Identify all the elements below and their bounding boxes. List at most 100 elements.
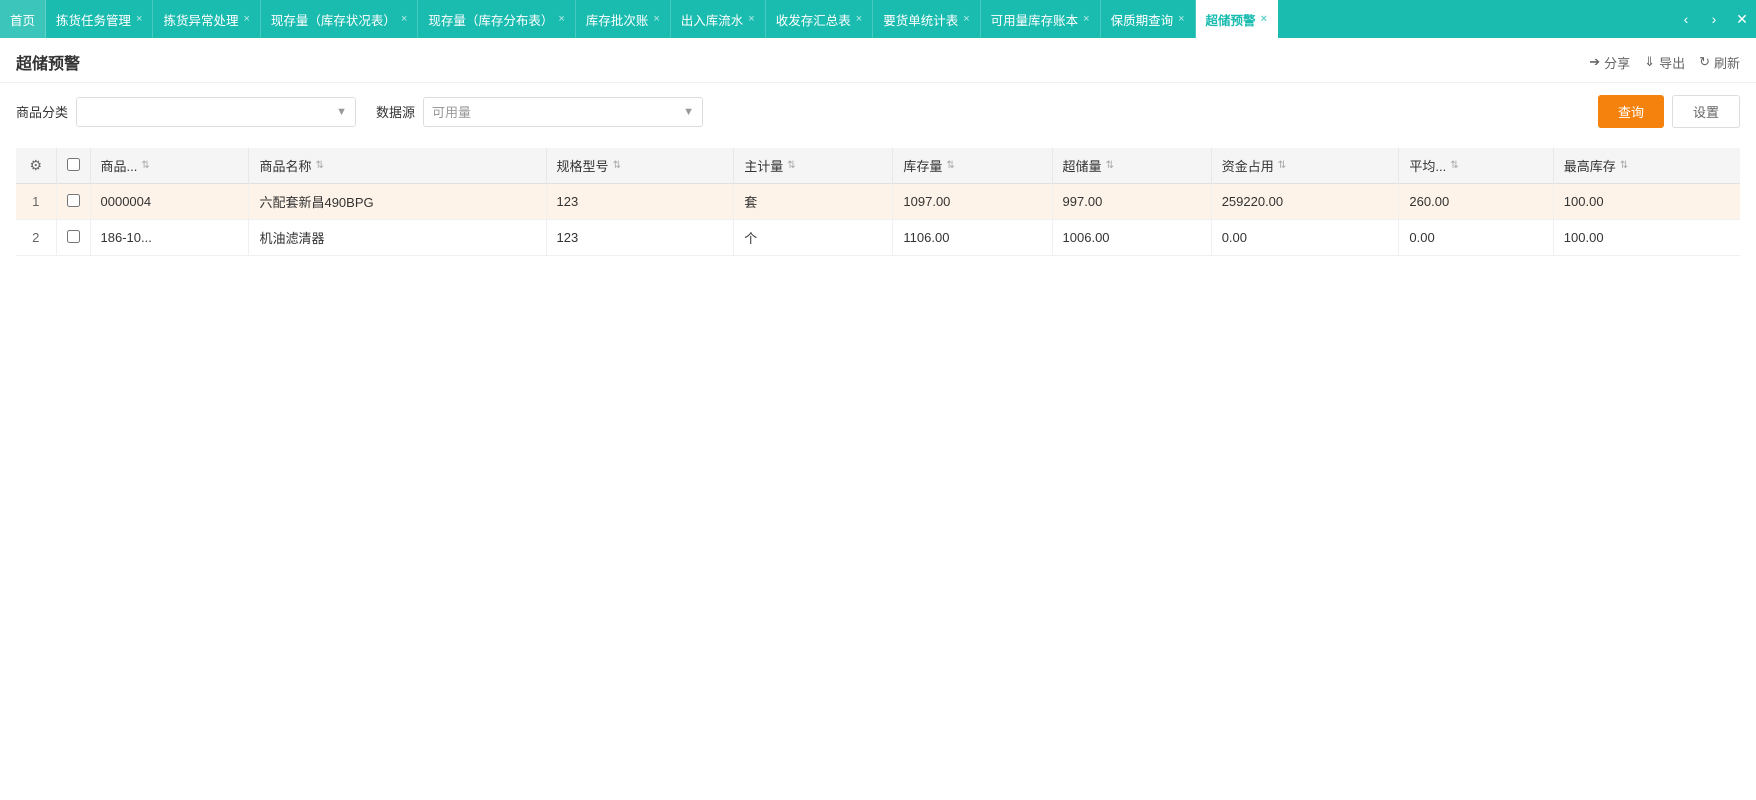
close-icon-available[interactable]: × [1083,13,1089,25]
export-button[interactable]: ⇓ 导出 [1644,53,1685,72]
row-max-stock-1: 100.00 [1553,184,1740,220]
th-stock[interactable]: 库存量 ⇅ [893,148,1052,184]
nav-arrow-close[interactable]: ✕ [1728,0,1756,38]
row-checkbox-input-2[interactable] [67,230,80,243]
datasource-filter-group: 数据源 可用量 ▼ [376,97,703,127]
th-over-stock[interactable]: 超储量 ⇅ [1052,148,1211,184]
close-icon-task-mgmt[interactable]: × [136,13,142,25]
row-unit-1: 套 [734,184,893,220]
table-container: ⚙ 商品... ⇅ 商品名称 ⇅ [0,148,1756,256]
close-icon-stock-dist[interactable]: × [558,13,564,25]
row-capital-1: 259220.00 [1211,184,1399,220]
refresh-icon: ↻ [1699,54,1710,70]
nav-item-summary[interactable]: 收发存汇总表 × [766,0,873,38]
row-product-name-1: 六配套新昌490BPG [249,184,546,220]
th-stock-label: 库存量 [903,156,942,175]
row-max-stock-2: 100.00 [1553,220,1740,256]
nav-label-overstock: 超储预警 [1206,10,1256,29]
nav-label-available: 可用量库存账本 [991,10,1079,29]
sort-icon-avg: ⇅ [1450,160,1458,171]
nav-label-summary: 收发存汇总表 [776,10,851,29]
close-icon-expiry[interactable]: × [1178,13,1184,25]
table-row: 2 186-10... 机油滤清器 123 个 1106.00 1006.00 … [16,220,1740,256]
nav-item-task-mgmt[interactable]: 拣货任务管理 × [46,0,153,38]
th-spec[interactable]: 规格型号 ⇅ [546,148,734,184]
datasource-select[interactable]: 可用量 ▼ [423,97,703,127]
nav-arrow-right[interactable]: › [1700,0,1728,38]
close-icon-task-err[interactable]: × [243,13,249,25]
table-body: 1 0000004 六配套新昌490BPG 123 套 1097.00 997.… [16,184,1740,256]
nav-item-home[interactable]: 首页 [0,0,46,38]
table-row: 1 0000004 六配套新昌490BPG 123 套 1097.00 997.… [16,184,1740,220]
chevron-down-icon-datasource: ▼ [683,106,694,118]
share-label: 分享 [1604,53,1630,72]
close-icon-overstock[interactable]: × [1261,13,1267,25]
refresh-button[interactable]: ↻ 刷新 [1699,53,1740,72]
datasource-select-text: 可用量 [432,102,471,121]
page-title: 超储预警 [16,50,80,74]
th-avg[interactable]: 平均... ⇅ [1399,148,1553,184]
th-capital[interactable]: 资金占用 ⇅ [1211,148,1399,184]
sort-icon-capital: ⇅ [1278,160,1286,171]
row-checkbox-input-1[interactable] [67,194,80,207]
nav-arrow-left[interactable]: ‹ [1672,0,1700,38]
filter-buttons: 查询 设置 [1598,95,1740,128]
nav-label-task-mgmt: 拣货任务管理 [56,10,131,29]
refresh-label: 刷新 [1714,53,1740,72]
share-button[interactable]: ➔ 分享 [1589,53,1630,72]
table-header-row: ⚙ 商品... ⇅ 商品名称 ⇅ [16,148,1740,184]
data-table: ⚙ 商品... ⇅ 商品名称 ⇅ [16,148,1740,256]
nav-item-flow[interactable]: 出入库流水 × [671,0,766,38]
th-unit[interactable]: 主计量 ⇅ [734,148,893,184]
nav-label-expiry: 保质期查询 [1111,10,1174,29]
row-checkbox-2[interactable] [56,220,90,256]
nav-item-task-err[interactable]: 拣货异常处理 × [153,0,260,38]
row-capital-2: 0.00 [1211,220,1399,256]
chevron-down-icon-category: ▼ [336,106,347,118]
th-max-stock[interactable]: 最高库存 ⇅ [1553,148,1740,184]
nav-label-stock-dist: 现存量（库存分布表） [428,10,553,29]
nav-label-task-err: 拣货异常处理 [163,10,238,29]
row-spec-1: 123 [546,184,734,220]
row-stock-2: 1106.00 [893,220,1052,256]
top-nav: 首页 拣货任务管理 × 拣货异常处理 × 现存量（库存状况表） × 现存量（库存… [0,0,1756,38]
row-spec-2: 123 [546,220,734,256]
gear-icon[interactable]: ⚙ [29,157,42,173]
settings-button[interactable]: 设置 [1672,95,1740,128]
row-num-1: 1 [16,184,56,220]
row-num-2: 2 [16,220,56,256]
close-icon-order-stat[interactable]: × [963,13,969,25]
nav-item-available[interactable]: 可用量库存账本 × [981,0,1101,38]
nav-item-stock-status[interactable]: 现存量（库存状况表） × [261,0,418,38]
row-checkbox-1[interactable] [56,184,90,220]
close-icon-batch[interactable]: × [653,13,659,25]
nav-label-batch: 库存批次账 [586,10,649,29]
select-all-checkbox[interactable] [67,158,80,171]
th-product-name[interactable]: 商品名称 ⇅ [249,148,546,184]
category-select[interactable]: ▼ [76,97,356,127]
sort-icon-max-stock: ⇅ [1620,160,1628,171]
category-filter-group: 商品分类 ▼ [16,97,356,127]
th-product-name-label: 商品名称 [259,156,311,175]
close-icon-summary[interactable]: × [856,13,862,25]
nav-item-overstock[interactable]: 超储预警 × [1196,0,1278,38]
close-icon-flow[interactable]: × [748,13,754,25]
query-button[interactable]: 查询 [1598,95,1664,128]
nav-item-batch[interactable]: 库存批次账 × [576,0,671,38]
sort-icon-spec: ⇅ [613,160,621,171]
row-over-stock-1: 997.00 [1052,184,1211,220]
nav-item-order-stat[interactable]: 要货单统计表 × [873,0,980,38]
sort-icon-stock: ⇅ [946,160,954,171]
nav-item-expiry[interactable]: 保质期查询 × [1101,0,1196,38]
row-product-code-2: 186-10... [90,220,249,256]
th-product-code[interactable]: 商品... ⇅ [90,148,249,184]
th-max-stock-label: 最高库存 [1564,156,1616,175]
row-avg-1: 260.00 [1399,184,1553,220]
row-avg-2: 0.00 [1399,220,1553,256]
close-icon-stock-status[interactable]: × [401,13,407,25]
category-label: 商品分类 [16,102,68,121]
nav-label-home: 首页 [10,10,35,29]
th-checkbox [56,148,90,184]
row-unit-2: 个 [734,220,893,256]
nav-item-stock-dist[interactable]: 现存量（库存分布表） × [418,0,575,38]
